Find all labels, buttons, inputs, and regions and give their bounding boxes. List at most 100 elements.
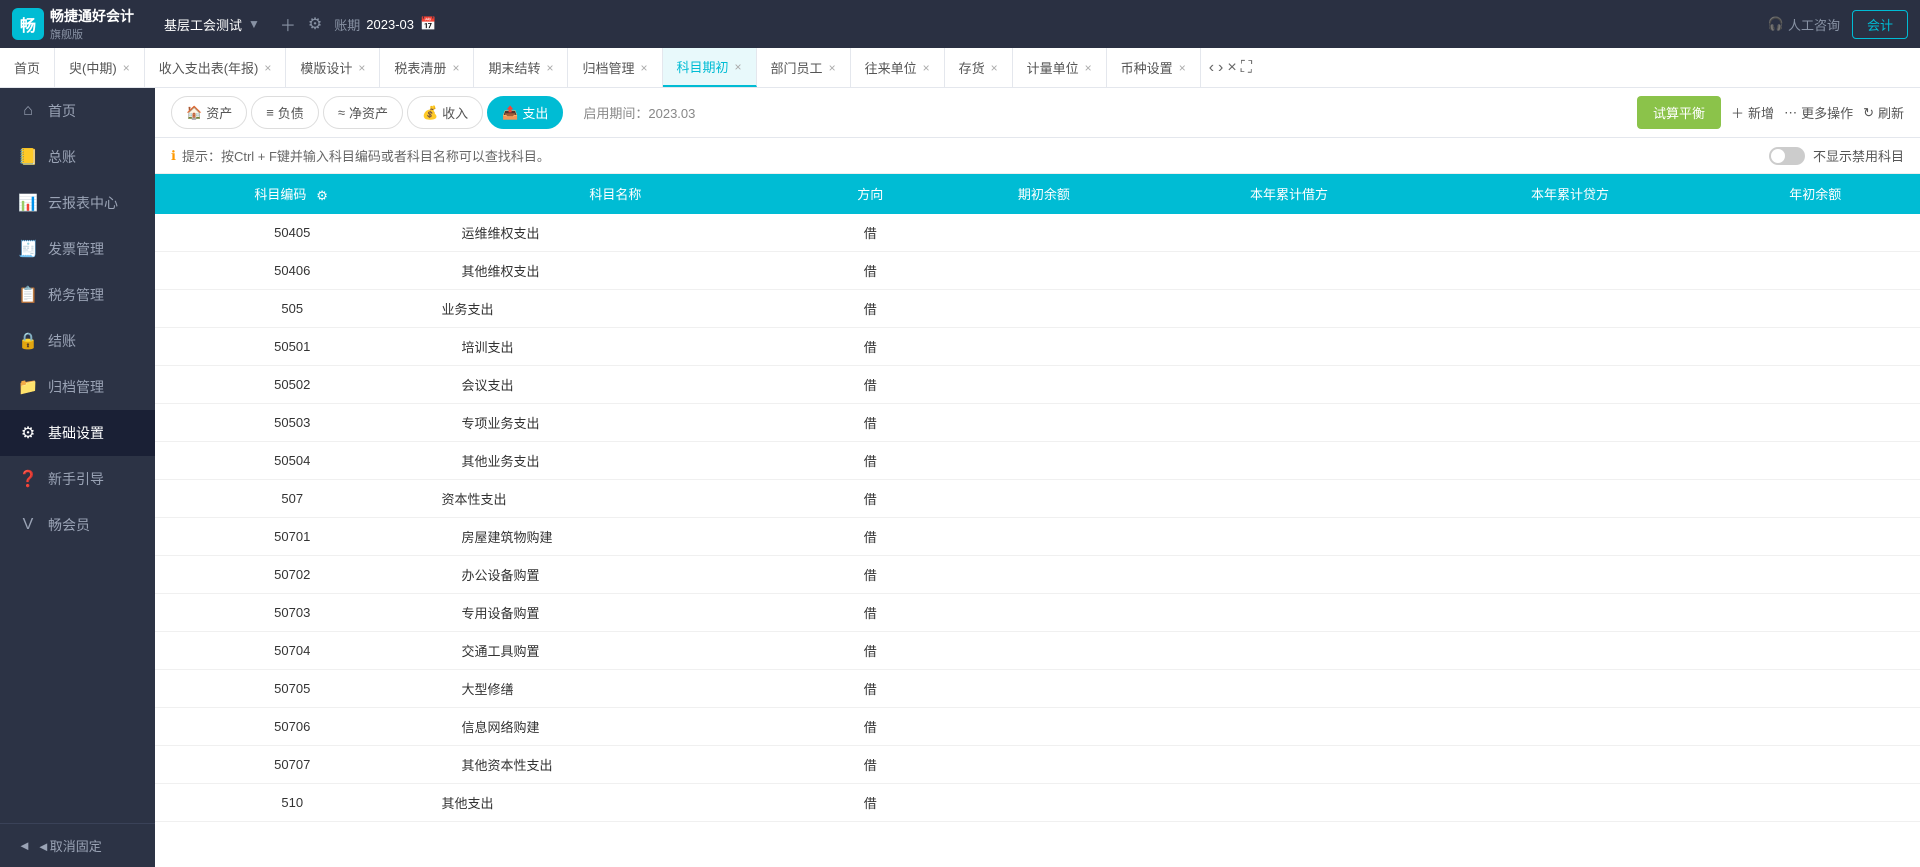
- sidebar-item-guide[interactable]: ❓ 新手引导: [0, 456, 155, 502]
- tab-income-close[interactable]: ×: [264, 61, 271, 75]
- sidebar-item-home[interactable]: ⌂ 首页: [0, 88, 155, 134]
- add-tab-button[interactable]: ＋: [280, 12, 296, 36]
- sidebar-item-guide-label: 新手引导: [48, 469, 104, 489]
- table-row[interactable]: 50501培训支出借: [155, 327, 1920, 365]
- table-row[interactable]: 50707其他资本性支出借: [155, 745, 1920, 783]
- tab-expand-button[interactable]: ⛶: [1241, 59, 1252, 77]
- cell-ytd-balance: [1711, 783, 1920, 821]
- cell-opening: [939, 289, 1148, 327]
- tab-unit-close[interactable]: ×: [1085, 61, 1092, 75]
- refresh-button[interactable]: ↻ 刷新: [1863, 103, 1904, 122]
- tab-prev-button[interactable]: ‹: [1209, 59, 1214, 77]
- tab-dept-label: 部门员工: [771, 58, 823, 77]
- tab-tax-close[interactable]: ×: [452, 61, 459, 75]
- settings-icon[interactable]: ⚙: [308, 14, 322, 34]
- table-row[interactable]: 50503专项业务支出借: [155, 403, 1920, 441]
- sidebar-item-invoice[interactable]: 🧾 发票管理: [0, 226, 155, 272]
- tab-unit[interactable]: 计量单位 ×: [1013, 48, 1107, 87]
- invoice-icon: 🧾: [18, 239, 38, 259]
- sub-tab-bar: 🏠 资产 ≡ 负债 ≈ 净资产 💰 收入 📤 支出 启用期间：2023.03 试…: [155, 88, 1920, 138]
- sidebar: ⌂ 首页 📒 总账 📊 云报表中心 🧾 发票管理 📋 税务管理 🔒 结账 📁 归…: [0, 88, 155, 867]
- toggle-disabled-subjects[interactable]: 不显示禁用科目: [1769, 146, 1904, 165]
- sidebar-item-ledger[interactable]: 📒 总账: [0, 134, 155, 180]
- service-button[interactable]: 🎧 人工咨询: [1768, 15, 1840, 34]
- asset-icon: 🏠: [186, 105, 202, 121]
- table-row[interactable]: 50702办公设备购置借: [155, 555, 1920, 593]
- cell-ytd-credit: [1430, 593, 1711, 631]
- sidebar-item-tax[interactable]: 📋 税务管理: [0, 272, 155, 318]
- toggle-switch[interactable]: [1769, 147, 1805, 165]
- col-ytd-credit: 本年累计贷方: [1430, 174, 1711, 214]
- cell-ytd-balance: [1711, 669, 1920, 707]
- cell-code: 505: [155, 289, 429, 327]
- table-row[interactable]: 50706信息网络购建借: [155, 707, 1920, 745]
- tab-archive-mgmt-close[interactable]: ×: [641, 61, 648, 75]
- sub-tab-expense[interactable]: 📤 支出: [487, 96, 563, 129]
- cell-code: 50501: [155, 327, 429, 365]
- service-label: 人工咨询: [1788, 15, 1840, 34]
- tab-interim[interactable]: 臾(中期) ×: [55, 48, 145, 87]
- table-row[interactable]: 50406其他维权支出借: [155, 251, 1920, 289]
- add-button[interactable]: ＋ 新增: [1731, 103, 1774, 122]
- tab-contacts-close[interactable]: ×: [923, 61, 930, 75]
- sub-tab-asset[interactable]: 🏠 资产: [171, 96, 247, 129]
- tab-currency[interactable]: 币种设置 ×: [1107, 48, 1201, 87]
- sub-tab-net-asset[interactable]: ≈ 净资产: [323, 96, 403, 129]
- tab-close-all-button[interactable]: ×: [1227, 59, 1236, 77]
- sub-tab-income[interactable]: 💰 收入: [407, 96, 483, 129]
- cell-ytd-debit: [1149, 555, 1430, 593]
- tab-inventory[interactable]: 存货 ×: [945, 48, 1013, 87]
- table-row[interactable]: 50701房屋建筑物购建借: [155, 517, 1920, 555]
- tab-dept[interactable]: 部门员工 ×: [757, 48, 851, 87]
- tab-interim-close[interactable]: ×: [123, 61, 130, 75]
- tab-dept-close[interactable]: ×: [829, 61, 836, 75]
- table-row[interactable]: 50705大型修缮借: [155, 669, 1920, 707]
- table-container[interactable]: 科目编码 ⚙ 科目名称 方向 期初余额 本年累计借方 本年累计贷方 年初余额 5…: [155, 174, 1920, 867]
- more-button[interactable]: ⋯ 更多操作: [1784, 103, 1853, 122]
- tab-contacts[interactable]: 往来单位 ×: [851, 48, 945, 87]
- table-row[interactable]: 50704交通工具购置借: [155, 631, 1920, 669]
- col-ytd-debit: 本年累计借方: [1149, 174, 1430, 214]
- period-info: 账期 2023-03 📅: [334, 15, 436, 34]
- sidebar-item-reports[interactable]: 📊 云报表中心: [0, 180, 155, 226]
- table-row[interactable]: 50502会议支出借: [155, 365, 1920, 403]
- sidebar-item-close[interactable]: 🔒 结账: [0, 318, 155, 364]
- table-row[interactable]: 50405运维维权支出借: [155, 214, 1920, 252]
- cell-opening: [939, 669, 1148, 707]
- col-opening: 期初余额: [939, 174, 1148, 214]
- tab-template-close[interactable]: ×: [358, 61, 365, 75]
- balance-button[interactable]: 试算平衡: [1637, 96, 1721, 129]
- tab-template[interactable]: 模版设计 ×: [286, 48, 380, 87]
- tab-currency-close[interactable]: ×: [1179, 61, 1186, 75]
- sidebar-item-member[interactable]: V 畅会员: [0, 502, 155, 548]
- tab-period-end-close[interactable]: ×: [546, 61, 553, 75]
- account-button[interactable]: 会计: [1852, 10, 1908, 39]
- tab-period-end[interactable]: 期末结转 ×: [474, 48, 568, 87]
- tab-inventory-close[interactable]: ×: [991, 61, 998, 75]
- tab-income[interactable]: 收入支出表(年报) ×: [145, 48, 287, 87]
- tab-home[interactable]: 首页: [0, 48, 55, 87]
- tab-archive-mgmt[interactable]: 归档管理 ×: [568, 48, 662, 87]
- sub-tab-liability[interactable]: ≡ 负债: [251, 96, 319, 129]
- table-row[interactable]: 50703专用设备购置借: [155, 593, 1920, 631]
- tab-next-button[interactable]: ›: [1218, 59, 1223, 77]
- company-selector[interactable]: 基层工会测试 ▼: [164, 15, 260, 34]
- main-layout: ⌂ 首页 📒 总账 📊 云报表中心 🧾 发票管理 📋 税务管理 🔒 结账 📁 归…: [0, 88, 1920, 867]
- sidebar-pin-button[interactable]: ◄ ◄取消固定: [0, 823, 155, 867]
- headset-icon: 🎧: [1768, 16, 1784, 32]
- sidebar-item-archive[interactable]: 📁 归档管理: [0, 364, 155, 410]
- cell-name: 会议支出: [429, 365, 801, 403]
- table-row[interactable]: 507资本性支出借: [155, 479, 1920, 517]
- sidebar-item-settings[interactable]: ⚙ 基础设置: [0, 410, 155, 456]
- toggle-label: 不显示禁用科目: [1813, 146, 1904, 165]
- liability-icon: ≡: [266, 105, 274, 120]
- table-row[interactable]: 510其他支出借: [155, 783, 1920, 821]
- tab-tax[interactable]: 税表清册 ×: [380, 48, 474, 87]
- column-settings-icon[interactable]: ⚙: [314, 188, 330, 204]
- table-row[interactable]: 505业务支出借: [155, 289, 1920, 327]
- tab-subject-period-close[interactable]: ×: [735, 60, 742, 74]
- table-row[interactable]: 50504其他业务支出借: [155, 441, 1920, 479]
- cell-ytd-balance: [1711, 479, 1920, 517]
- calendar-icon[interactable]: 📅: [420, 16, 436, 32]
- tab-subject-period[interactable]: 科目期初 ×: [663, 48, 757, 87]
